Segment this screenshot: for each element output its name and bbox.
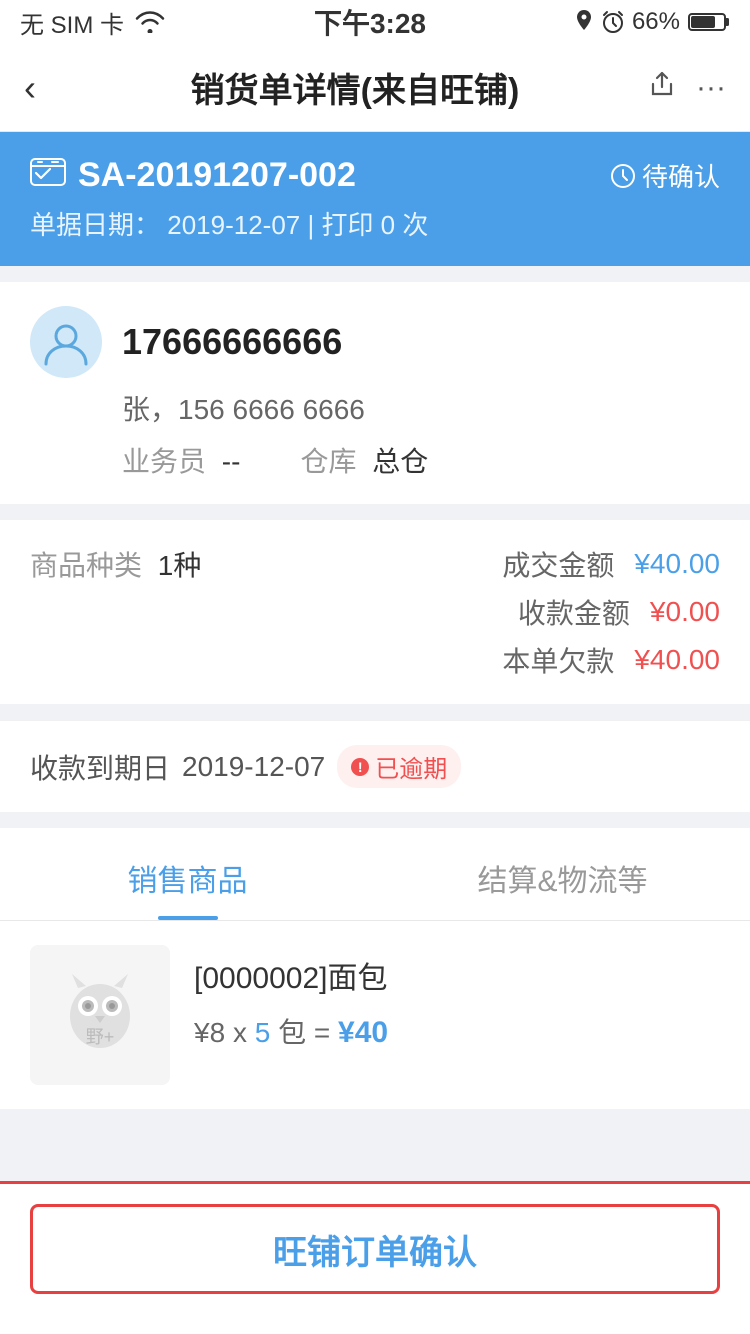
product-block: 野+ [0000002]面包 ¥8 x 5 包 = ¥40 [0,921,750,1109]
customer-avatar [30,306,102,378]
stats-block: 商品种类 1种 成交金额 ¥40.00 收款金额 ¥0.00 本单欠款 ¥40.… [0,520,750,704]
order-number: SA-20191207-002 [30,156,356,195]
warehouse-value: 总仓 [372,446,428,477]
due-label: 收款到期日 [30,747,170,787]
order-header: SA-20191207-002 待确认 单据日期： 2019-12-07 | 打… [0,132,750,266]
status-bar: 无 SIM 卡 下午3:28 66% [0,0,750,44]
unit: 包 [278,1017,306,1048]
back-button[interactable]: ‹ [24,67,84,109]
overdue-badge: ! 已逾期 [337,745,461,788]
customer-block: 17666666666 张，156 6666 6666 业务员 -- 仓库 总仓 [0,282,750,504]
sales-label: 业务员 [122,446,206,477]
product-info: [0000002]面包 ¥8 x 5 包 = ¥40 [194,945,720,1051]
order-date: 单据日期： 2019-12-07 | 打印 0 次 [30,205,720,242]
status-time: 下午3:28 [314,2,426,42]
sales-value: -- [222,446,241,477]
location-icon [574,10,594,34]
clock-icon [610,163,636,189]
debt-label: 本单欠款 [502,640,614,680]
battery-label: 66% [632,8,680,36]
tab-settlement-logistics[interactable]: 结算&物流等 [375,828,750,920]
order-status: 待确认 [610,157,720,194]
debt-value: ¥40.00 [634,644,720,676]
deal-amount-value: ¥40.00 [634,548,720,580]
type-value: 1种 [158,550,202,581]
nav-bar: ‹ 销货单详情(来自旺铺) ··· [0,44,750,132]
svg-text:野+: 野+ [86,1027,115,1047]
payment-value: ¥0.00 [650,596,720,628]
payment-label: 收款金额 [518,592,630,632]
product-total: ¥40 [338,1016,388,1049]
product-name: [0000002]面包 [194,953,720,997]
product-image: 野+ [30,945,170,1085]
customer-meta: 业务员 -- 仓库 总仓 [30,440,720,480]
person-icon [42,318,90,366]
due-date: 2019-12-07 [182,751,325,783]
equals-sign: = [314,1017,338,1048]
product-qty: 5 [255,1017,271,1048]
overdue-text: 已逾期 [375,749,447,784]
nav-actions: ··· [626,70,726,106]
order-type-icon [30,158,66,194]
sim-label: 无 SIM 卡 [20,5,124,40]
warehouse-label: 仓库 [300,446,356,477]
status-right: 66% [574,8,730,36]
overdue-icon: ! [351,758,369,776]
type-label: 商品种类 [30,550,142,581]
customer-sub: 张，156 6666 6666 [30,388,720,428]
battery-icon [688,11,730,33]
deal-amount-row: 成交金额 ¥40.00 [502,544,720,584]
share-icon[interactable] [648,70,676,106]
stats-right: 成交金额 ¥40.00 收款金额 ¥0.00 本单欠款 ¥40.00 [502,544,720,680]
due-date-block: 收款到期日 2019-12-07 ! 已逾期 [0,720,750,812]
wifi-icon [134,11,166,33]
tabs-block: 销售商品 结算&物流等 [0,828,750,921]
confirm-button[interactable]: 旺铺订单确认 [30,1204,720,1294]
debt-row: 本单欠款 ¥40.00 [502,640,720,680]
multiply-sign: x [233,1017,255,1048]
deal-amount-label: 成交金额 [502,544,614,584]
product-price: ¥8 x 5 包 = ¥40 [194,1011,720,1051]
page-title: 销货单详情(来自旺铺) [84,63,626,112]
more-icon[interactable]: ··· [696,71,726,105]
unit-price: ¥8 [194,1017,225,1048]
payment-row: 收款金额 ¥0.00 [518,592,720,632]
status-left: 无 SIM 卡 [20,5,166,40]
bottom-bar: 旺铺订单确认 [0,1181,750,1334]
alarm-icon [602,10,624,34]
customer-phone: 17666666666 [122,321,342,363]
tab-sales-products[interactable]: 销售商品 [0,828,375,920]
product-owl-logo: 野+ [50,958,150,1072]
